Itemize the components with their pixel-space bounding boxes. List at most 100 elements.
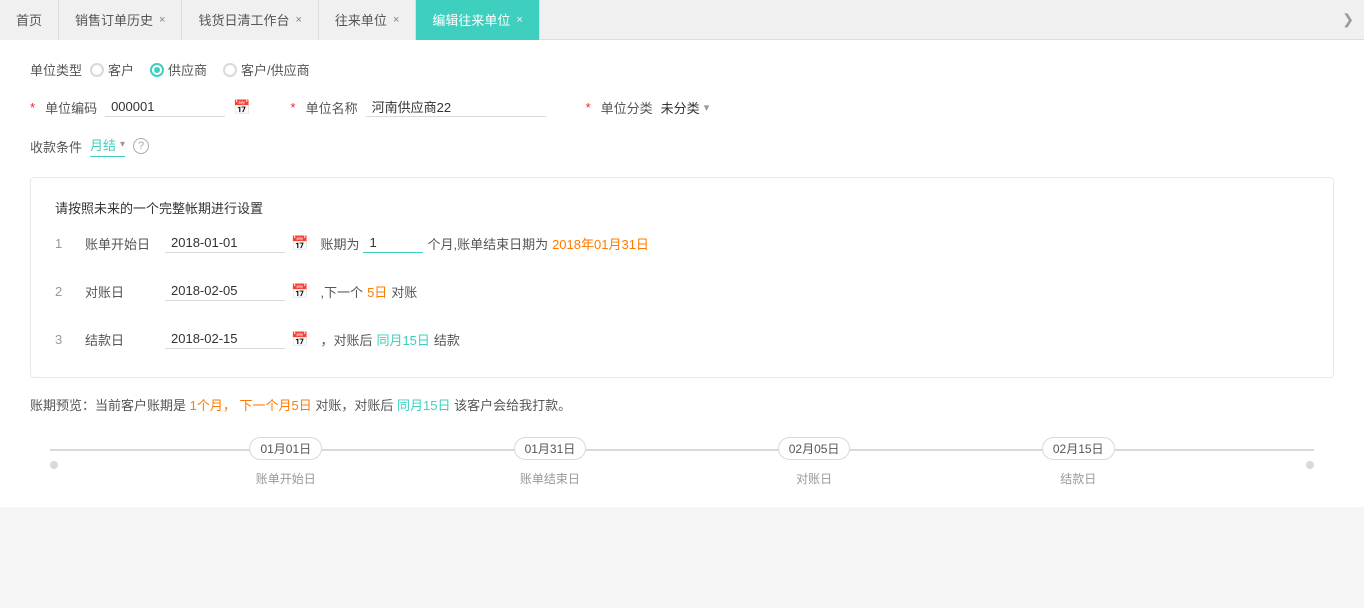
unit-category-star: *: [586, 100, 591, 115]
tab-edit-partner-label: 编辑往来单位: [432, 10, 510, 29]
unit-code-input[interactable]: [105, 97, 225, 117]
row-1-desc-prefix: 账期为: [320, 234, 359, 253]
row-3-desc-prefix: ，对账后: [320, 330, 372, 349]
radio-customer-circle: [90, 63, 104, 77]
unit-name-label: 单位名称: [306, 98, 358, 117]
section-title: 请按照未来的一个完整帐期进行设置: [55, 198, 1309, 217]
payment-terms-row: 收款条件 月结 ▾ ?: [30, 135, 1334, 157]
row-2-day-highlight: 5日: [367, 282, 387, 301]
row-3-calendar-icon[interactable]: 📅: [291, 331, 308, 348]
payment-terms-select[interactable]: 月结 ▾: [90, 135, 125, 157]
tab-edit-partner[interactable]: 编辑往来单位 ×: [416, 0, 539, 40]
settings-section: 请按照未来的一个完整帐期进行设置 1 账单开始日 📅 账期为 个月,账单结束日期…: [30, 177, 1334, 378]
tl-date-2: 01月31日: [514, 437, 587, 460]
tabs-right-arrow-icon[interactable]: ❯: [1332, 11, 1364, 28]
close-edit-partner-icon[interactable]: ×: [516, 14, 522, 26]
close-partner-icon[interactable]: ×: [393, 14, 399, 26]
unit-name-star: *: [291, 100, 296, 115]
row-1-num: 1: [55, 236, 85, 251]
row-2-label: 对账日: [85, 282, 165, 301]
row-2-desc-suffix: 对账: [391, 282, 417, 301]
row-3-desc: ，对账后 同月15日 结款: [320, 330, 460, 349]
unit-code-label: 单位编码: [45, 98, 97, 117]
help-icon[interactable]: ?: [133, 138, 149, 154]
row-3-desc-suffix: 结款: [434, 330, 460, 349]
tab-cash-work-label: 钱货日清工作台: [198, 10, 289, 29]
row-2-calendar-icon[interactable]: 📅: [291, 283, 308, 300]
tab-sales-history[interactable]: 销售订单历史 ×: [59, 0, 182, 40]
timeline-left-dot: [50, 442, 58, 487]
payment-terms-value: 月结: [90, 135, 116, 154]
timeline-point-3: 02月05日 对账日: [778, 437, 851, 487]
row-1-date-highlight: 2018年01月31日: [552, 234, 649, 253]
timeline-point-4: 02月15日 结款日: [1042, 437, 1115, 487]
unit-code-item: * 单位编码 📅: [30, 97, 251, 117]
tabs-bar: 首页 销售订单历史 × 钱货日清工作台 × 往来单位 × 编辑往来单位 × ❯: [0, 0, 1364, 40]
date-row-2: 2 对账日 📅 ,下一个 5日 对账: [55, 281, 1309, 301]
payment-terms-arrow-icon: ▾: [120, 139, 125, 150]
date-row-3: 3 结款日 📅 ，对账后 同月15日 结款: [55, 329, 1309, 349]
tl-date-3: 02月05日: [778, 437, 851, 460]
unit-category-value: 未分类: [661, 98, 700, 117]
preview-text: 账期预览：当前客户账期是 1个月， 下一个月5日 对账，对账后 同月15日 该客…: [30, 394, 1334, 417]
row-3-date-input[interactable]: [165, 329, 285, 349]
preview-end: 该客户会给我打款。: [454, 398, 571, 413]
unit-code-calendar-icon[interactable]: 📅: [233, 99, 250, 116]
unit-category-select[interactable]: 未分类 ▾: [661, 98, 710, 117]
preview-span3: 同月15日: [397, 398, 450, 413]
tab-cash-work[interactable]: 钱货日清工作台 ×: [182, 0, 318, 40]
tab-partner-label: 往来单位: [335, 10, 387, 29]
row-2-date-input[interactable]: [165, 281, 285, 301]
timeline-point-2: 01月31日 账单结束日: [514, 437, 587, 487]
timeline-wrapper: 01月01日 账单开始日 01月31日 账单结束日 02月05日 对账日 02月…: [30, 437, 1334, 487]
row-3-day-highlight: 同月15日: [376, 330, 429, 349]
radio-both-circle: [223, 63, 237, 77]
unit-type-row: 单位类型 客户 供应商 客户/供应商: [30, 60, 1334, 79]
tl-date-1: 01月01日: [249, 437, 322, 460]
row-1-desc-suffix: 个月,账单结束日期为: [427, 234, 548, 253]
preview-mid: 对账，对账后: [315, 398, 393, 413]
row-2-desc: ,下一个 5日 对账: [320, 282, 417, 301]
tl-label-4: 结款日: [1060, 470, 1096, 487]
row-1-desc: 账期为 个月,账单结束日期为 2018年01月31日: [320, 233, 648, 253]
unit-category-label: 单位分类: [601, 98, 653, 117]
row-1-label: 账单开始日: [85, 234, 165, 253]
tl-label-1: 账单开始日: [256, 470, 316, 487]
timeline-end-dot: [1306, 461, 1314, 469]
payment-terms-label: 收款条件: [30, 137, 82, 156]
close-cash-work-icon[interactable]: ×: [295, 14, 301, 26]
unit-category-arrow-icon: ▾: [704, 101, 710, 114]
row-3-label: 结款日: [85, 330, 165, 349]
preview-span2: 下一个月5日: [240, 398, 312, 413]
timeline-point-1: 01月01日 账单开始日: [249, 437, 322, 487]
unit-category-item: * 单位分类 未分类 ▾: [586, 98, 710, 117]
radio-supplier[interactable]: 供应商: [150, 60, 207, 79]
row-3-num: 3: [55, 332, 85, 347]
tl-label-2: 账单结束日: [520, 470, 580, 487]
timeline-start-dot: [50, 461, 58, 469]
timeline-points: 01月01日 账单开始日 01月31日 账单结束日 02月05日 对账日 02月…: [50, 437, 1314, 487]
close-sales-history-icon[interactable]: ×: [159, 14, 165, 26]
period-input[interactable]: [363, 233, 423, 253]
radio-both[interactable]: 客户/供应商: [223, 60, 310, 79]
unit-code-star: *: [30, 100, 35, 115]
unit-name-input[interactable]: [366, 97, 546, 117]
preview-span1: 1个月，: [190, 398, 236, 413]
tl-label-3: 对账日: [796, 470, 832, 487]
unit-type-item: 单位类型 客户 供应商 客户/供应商: [30, 60, 310, 79]
tab-partner[interactable]: 往来单位 ×: [319, 0, 416, 40]
unit-type-label: 单位类型: [30, 60, 82, 79]
row-1-date-input[interactable]: [165, 233, 285, 253]
tab-home[interactable]: 首页: [0, 0, 59, 40]
date-row-1: 1 账单开始日 📅 账期为 个月,账单结束日期为 2018年01月31日: [55, 233, 1309, 253]
radio-customer-label: 客户: [108, 60, 134, 79]
tl-date-4: 02月15日: [1042, 437, 1115, 460]
unit-name-item: * 单位名称: [291, 97, 546, 117]
timeline-right-dot: [1306, 442, 1314, 487]
radio-both-label: 客户/供应商: [241, 60, 310, 79]
row-1-calendar-icon[interactable]: 📅: [291, 235, 308, 252]
unit-type-radio-group: 客户 供应商 客户/供应商: [90, 60, 310, 79]
preview-label: 账期预览：当前客户账期是: [30, 398, 186, 413]
radio-supplier-label: 供应商: [168, 60, 207, 79]
radio-customer[interactable]: 客户: [90, 60, 134, 79]
